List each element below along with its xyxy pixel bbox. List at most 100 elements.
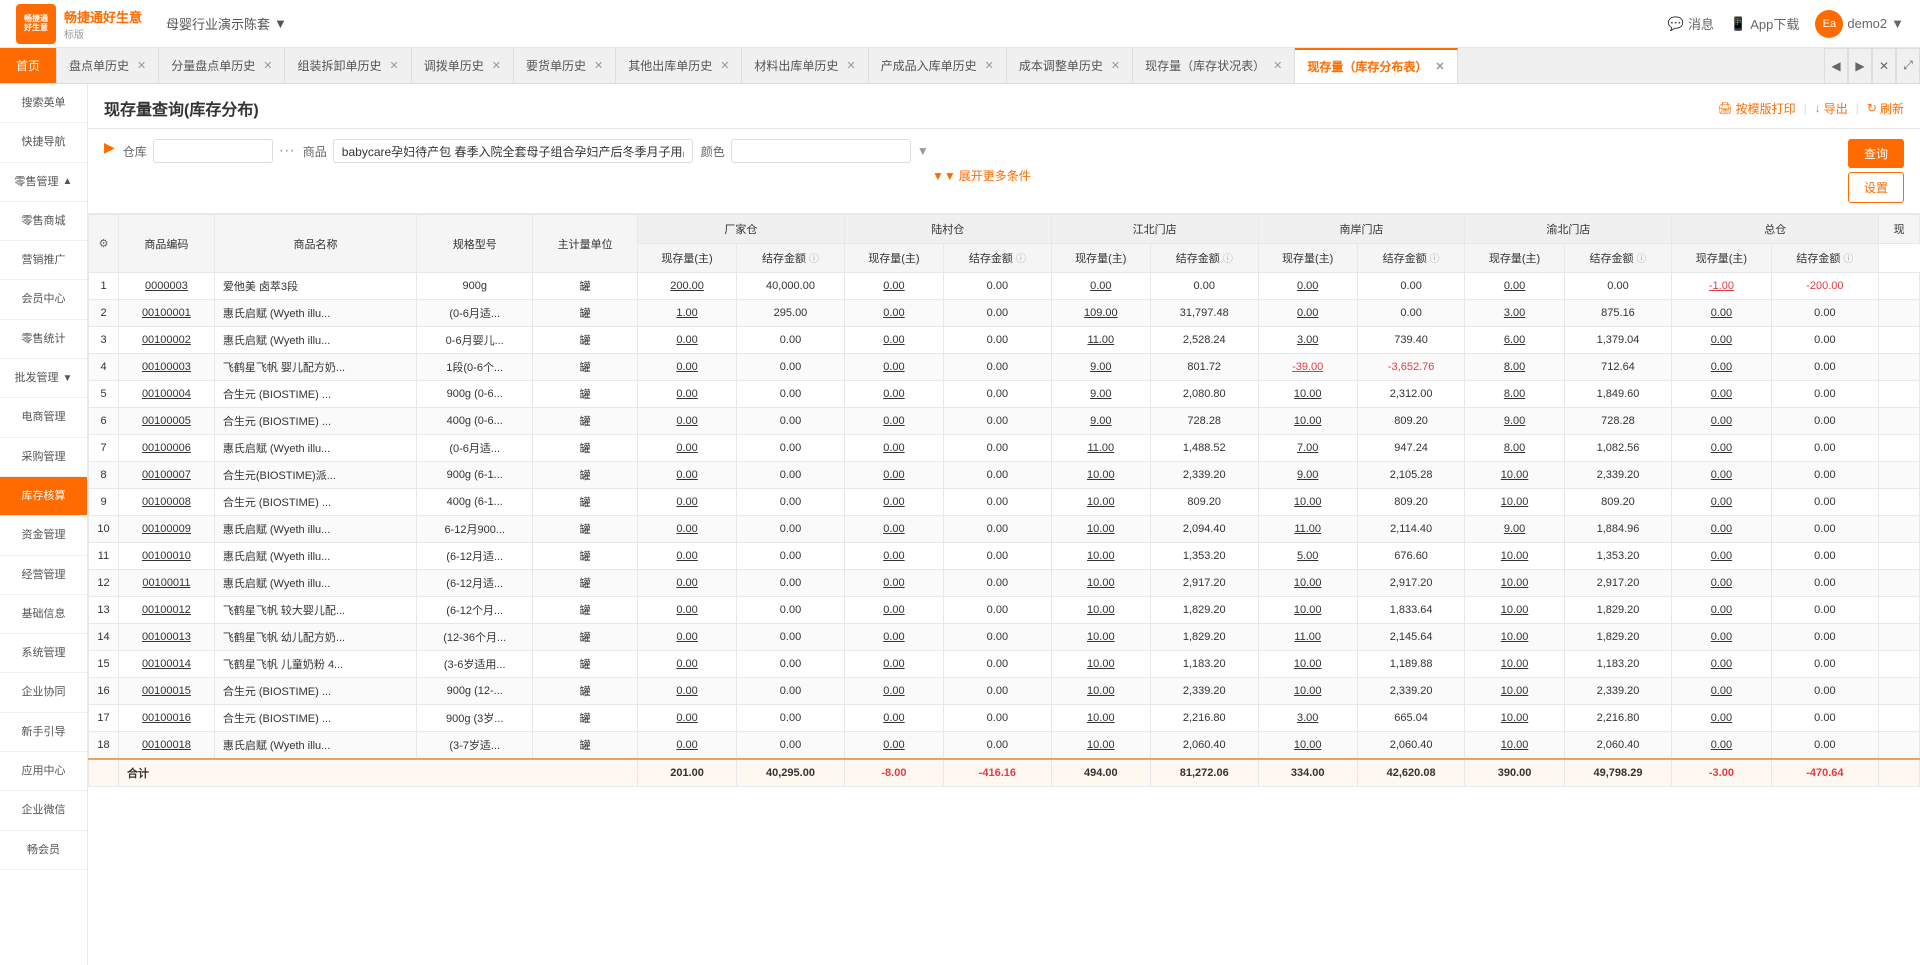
company-dropdown[interactable]: 母婴行业演示陈套 ▼: [166, 14, 287, 33]
cell-na-qty[interactable]: 10.00: [1258, 678, 1357, 705]
cell-code[interactable]: 00100002: [119, 327, 215, 354]
cell-total-qty[interactable]: 0.00: [1672, 462, 1771, 489]
sidebar-item-marketing[interactable]: 营销推广: [0, 241, 87, 280]
cell-total-qty[interactable]: 0.00: [1672, 300, 1771, 327]
cell-fj-qty[interactable]: 0.00: [637, 408, 736, 435]
cell-yb-qty[interactable]: 9.00: [1465, 516, 1564, 543]
cell-lc-qty[interactable]: 0.00: [844, 678, 943, 705]
sidebar-item-wechat[interactable]: 企业微信: [0, 791, 87, 830]
table-container[interactable]: ⚙ 商品编码 商品名称 规格型号 主计量单位 厂家仓 陆村仓 江北门店 南岸门店…: [88, 214, 1920, 965]
cell-yb-qty[interactable]: 8.00: [1465, 435, 1564, 462]
tab-close-stock-dist[interactable]: ✕: [1435, 60, 1444, 73]
tab-assembly[interactable]: 组装拆卸单历史 ✕: [285, 48, 411, 84]
cell-lc-qty[interactable]: 0.00: [844, 732, 943, 760]
cell-yb-qty[interactable]: 3.00: [1465, 300, 1564, 327]
tab-home[interactable]: 首页: [0, 48, 57, 84]
cell-fj-qty[interactable]: 0.00: [637, 543, 736, 570]
cell-total-qty[interactable]: 0.00: [1672, 732, 1771, 760]
cell-jb-qty[interactable]: 10.00: [1051, 624, 1150, 651]
cell-yb-qty[interactable]: 0.00: [1465, 273, 1564, 300]
gear-icon[interactable]: ⚙: [99, 238, 109, 250]
cell-jb-qty[interactable]: 11.00: [1051, 435, 1150, 462]
cell-fj-qty[interactable]: 0.00: [637, 705, 736, 732]
cell-jb-qty[interactable]: 9.00: [1051, 381, 1150, 408]
cell-jb-qty[interactable]: 9.00: [1051, 408, 1150, 435]
sidebar-item-ecommerce[interactable]: 电商管理: [0, 398, 87, 437]
cell-lc-qty[interactable]: 0.00: [844, 597, 943, 624]
print-btn[interactable]: 🖨 按模版打印: [1717, 100, 1795, 117]
cell-fj-qty[interactable]: 1.00: [637, 300, 736, 327]
cell-yb-qty[interactable]: 10.00: [1465, 678, 1564, 705]
cell-total-qty[interactable]: 0.00: [1672, 327, 1771, 354]
tab-cost-adj[interactable]: 成本调整单历史 ✕: [1007, 48, 1133, 84]
cell-na-qty[interactable]: 7.00: [1258, 435, 1357, 462]
cell-fj-qty[interactable]: 0.00: [637, 678, 736, 705]
cell-total-qty[interactable]: -1.00: [1672, 273, 1771, 300]
cell-na-qty[interactable]: 10.00: [1258, 570, 1357, 597]
cell-lc-qty[interactable]: 0.00: [844, 705, 943, 732]
sidebar-item-stock[interactable]: 库存核算: [0, 477, 87, 516]
cell-total-qty[interactable]: 0.00: [1672, 381, 1771, 408]
cell-fj-qty[interactable]: 0.00: [637, 624, 736, 651]
cell-fj-qty[interactable]: 0.00: [637, 570, 736, 597]
cell-total-qty[interactable]: 0.00: [1672, 489, 1771, 516]
cell-fj-qty[interactable]: 0.00: [637, 651, 736, 678]
cell-total-qty[interactable]: 0.00: [1672, 435, 1771, 462]
setting-btn[interactable]: 设置: [1848, 172, 1904, 203]
sidebar-item-system[interactable]: 系统管理: [0, 634, 87, 673]
cell-code[interactable]: 00100010: [119, 543, 215, 570]
cell-yb-qty[interactable]: 10.00: [1465, 624, 1564, 651]
cell-total-qty[interactable]: 0.00: [1672, 570, 1771, 597]
cell-yb-qty[interactable]: 10.00: [1465, 651, 1564, 678]
sidebar-item-nav[interactable]: 快捷导航: [0, 123, 87, 162]
cell-code[interactable]: 00100015: [119, 678, 215, 705]
sidebar-item-retail-stats[interactable]: 零售统计: [0, 320, 87, 359]
cell-lc-qty[interactable]: 0.00: [844, 624, 943, 651]
warehouse-input[interactable]: [153, 139, 273, 163]
message-btn[interactable]: 💬 消息: [1668, 14, 1714, 33]
cell-code[interactable]: 00100013: [119, 624, 215, 651]
cell-jb-qty[interactable]: 10.00: [1051, 732, 1150, 760]
cell-lc-qty[interactable]: 0.00: [844, 651, 943, 678]
cell-yb-qty[interactable]: 6.00: [1465, 327, 1564, 354]
cell-jb-qty[interactable]: 109.00: [1051, 300, 1150, 327]
tab-close-purchase-receipt[interactable]: ✕: [594, 59, 603, 72]
cell-jb-qty[interactable]: 11.00: [1051, 327, 1150, 354]
cell-jb-qty[interactable]: 10.00: [1051, 651, 1150, 678]
refresh-btn[interactable]: ↻ 刷新: [1867, 100, 1904, 117]
sidebar-item-wholesale[interactable]: 批发管理 ▼: [0, 359, 87, 398]
cell-total-qty[interactable]: 0.00: [1672, 597, 1771, 624]
product-input[interactable]: [333, 139, 693, 163]
app-download-btn[interactable]: 📱 App下载: [1730, 14, 1799, 33]
cell-total-qty[interactable]: 0.00: [1672, 705, 1771, 732]
cell-na-qty[interactable]: 10.00: [1258, 381, 1357, 408]
cell-fj-qty[interactable]: 0.00: [637, 354, 736, 381]
sidebar-item-operations[interactable]: 经营管理: [0, 556, 87, 595]
query-btn[interactable]: 查询: [1848, 139, 1904, 168]
cell-lc-qty[interactable]: 0.00: [844, 543, 943, 570]
cell-total-qty[interactable]: 0.00: [1672, 678, 1771, 705]
sidebar-item-purchase[interactable]: 采购管理: [0, 438, 87, 477]
cell-jb-qty[interactable]: 9.00: [1051, 354, 1150, 381]
sidebar-item-basic[interactable]: 基础信息: [0, 595, 87, 634]
color-input[interactable]: [731, 139, 911, 163]
cell-total-qty[interactable]: 0.00: [1672, 651, 1771, 678]
cell-na-qty[interactable]: 10.00: [1258, 597, 1357, 624]
cell-code[interactable]: 00100003: [119, 354, 215, 381]
cell-na-qty[interactable]: -39.00: [1258, 354, 1357, 381]
cell-total-qty[interactable]: 0.00: [1672, 516, 1771, 543]
cell-code[interactable]: 00100009: [119, 516, 215, 543]
cell-fj-qty[interactable]: 0.00: [637, 327, 736, 354]
cell-fj-qty[interactable]: 0.00: [637, 381, 736, 408]
cell-jb-qty[interactable]: 10.00: [1051, 597, 1150, 624]
sidebar-item-appcenter[interactable]: 应用中心: [0, 752, 87, 791]
filter-expand-icon[interactable]: ▶: [104, 139, 115, 156]
cell-yb-qty[interactable]: 10.00: [1465, 489, 1564, 516]
cell-code[interactable]: 00100006: [119, 435, 215, 462]
cell-fj-qty[interactable]: 0.00: [637, 435, 736, 462]
cell-total-qty[interactable]: 0.00: [1672, 624, 1771, 651]
tab-next-btn[interactable]: ▶: [1848, 48, 1872, 84]
cell-jb-qty[interactable]: 10.00: [1051, 543, 1150, 570]
cell-jb-qty[interactable]: 10.00: [1051, 570, 1150, 597]
tab-inventory-split[interactable]: 分量盘点单历史 ✕: [159, 48, 285, 84]
